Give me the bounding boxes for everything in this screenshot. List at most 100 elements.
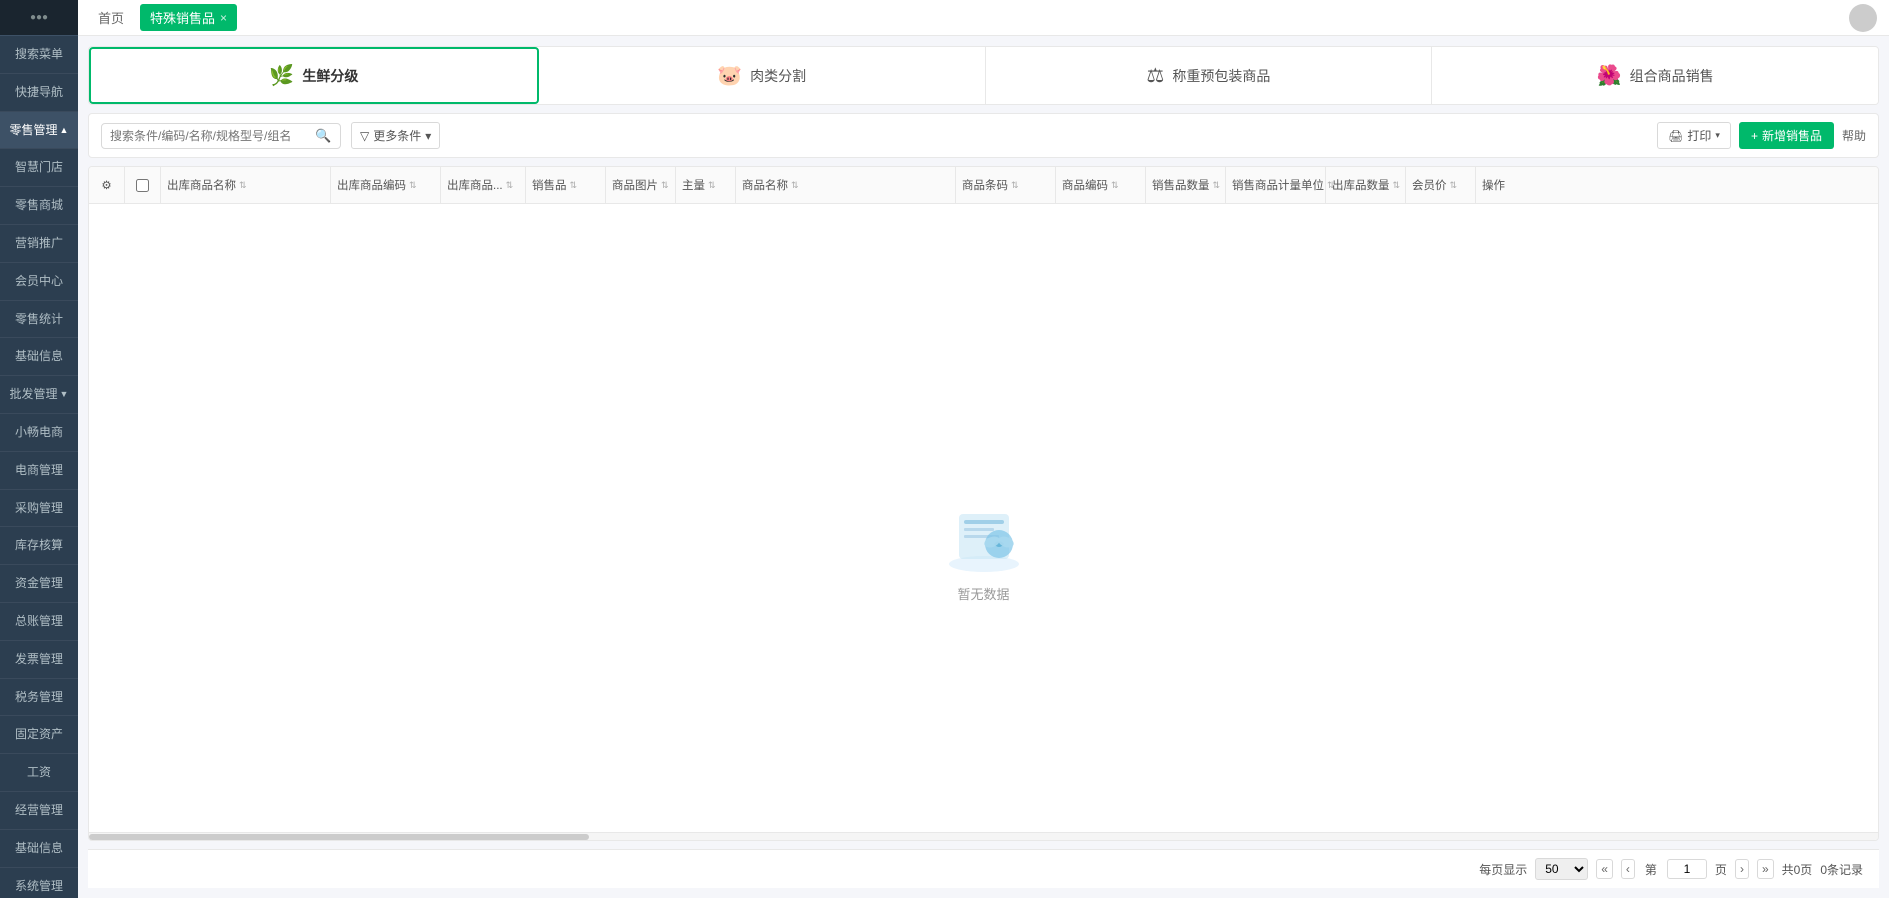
filter-button[interactable]: ▽ 更多条件 ▾ bbox=[351, 122, 440, 149]
sidebar-item-label: 基础信息 bbox=[5, 840, 73, 857]
cat-tab-meat-cut[interactable]: 🐷 肉类分割 bbox=[539, 47, 986, 104]
sort-icon[interactable]: ⇅ bbox=[708, 180, 716, 191]
toolbar-left: 🔍 ▽ 更多条件 ▾ bbox=[101, 122, 440, 149]
sidebar-item-label: 税务管理 bbox=[5, 689, 73, 706]
table-body: 暂无数据 bbox=[89, 204, 1878, 832]
sidebar-item-retail-mgmt[interactable]: 零售管理 ▲ bbox=[0, 112, 78, 150]
sort-icon[interactable]: ⇅ bbox=[791, 180, 799, 191]
cat-tab-weight-package[interactable]: ⚖ 称重预包装商品 bbox=[986, 47, 1433, 104]
th-barcode: 商品条码 ⇅ bbox=[956, 167, 1056, 203]
sidebar-item-member-center[interactable]: 会员中心 bbox=[0, 263, 78, 301]
sidebar-item-label: 会员中心 bbox=[5, 273, 73, 290]
sidebar-item-search-menu[interactable]: 搜索菜单 bbox=[0, 36, 78, 74]
horizontal-scrollbar[interactable] bbox=[89, 832, 1878, 840]
search-box[interactable]: 🔍 bbox=[101, 123, 341, 149]
th-label: 出库商品名称 bbox=[167, 177, 236, 193]
sidebar-item-basic-info[interactable]: 基础信息 bbox=[0, 338, 78, 376]
sidebar-item-marketing[interactable]: 营销推广 bbox=[0, 225, 78, 263]
sidebar-item-invoice-mgmt[interactable]: 发票管理 bbox=[0, 641, 78, 679]
tab-close-button[interactable]: × bbox=[220, 11, 227, 25]
sort-icon[interactable]: ⇅ bbox=[661, 180, 669, 191]
per-page-label: 每页显示 bbox=[1479, 861, 1527, 878]
print-button[interactable]: 🖨 打印 ▾ bbox=[1657, 122, 1731, 149]
th-checkbox[interactable] bbox=[125, 167, 161, 203]
sort-icon[interactable]: ⇅ bbox=[1111, 180, 1119, 191]
sidebar-item-label: 智慧门店 bbox=[5, 159, 73, 176]
main-content: 首页 特殊销售品 × 🌿 生鲜分级 🐷 肉类分割 ⚖ 称重预包装商品 bbox=[78, 0, 1889, 898]
sidebar-item-general-ledger[interactable]: 总账管理 bbox=[0, 603, 78, 641]
th-label: 销售商品计量单位 bbox=[1232, 177, 1324, 193]
sidebar-item-retail-mall[interactable]: 零售商城 bbox=[0, 187, 78, 225]
sidebar-item-system-mgmt[interactable]: 系统管理 bbox=[0, 868, 78, 898]
sidebar-logo: ●●● bbox=[0, 0, 78, 36]
sidebar-item-tax-mgmt[interactable]: 税务管理 bbox=[0, 679, 78, 717]
sidebar-item-label: 零售统计 bbox=[5, 311, 73, 328]
active-tab[interactable]: 特殊销售品 × bbox=[140, 4, 237, 31]
cat-tab-fresh-grade[interactable]: 🌿 生鲜分级 bbox=[89, 47, 539, 104]
settings-icon: ⚙ bbox=[101, 178, 111, 192]
sidebar-item-inventory-check[interactable]: 库存核算 bbox=[0, 527, 78, 565]
sidebar-item-label: 系统管理 bbox=[5, 878, 73, 895]
content-area: 🌿 生鲜分级 🐷 肉类分割 ⚖ 称重预包装商品 🌺 组合商品销售 🔍 bbox=[78, 36, 1889, 898]
th-selling-goods: 销售品 ⇅ bbox=[526, 167, 606, 203]
sort-icon[interactable]: ⇅ bbox=[409, 180, 417, 191]
th-goods-name: 商品名称 ⇅ bbox=[736, 167, 956, 203]
sort-icon[interactable]: ⇅ bbox=[1213, 180, 1221, 191]
th-out-sku: 出库商品... ⇅ bbox=[441, 167, 526, 203]
sort-icon[interactable]: ⇅ bbox=[1393, 180, 1401, 191]
th-label: 商品名称 bbox=[742, 177, 788, 193]
per-page-select[interactable]: 50 10 20 100 bbox=[1535, 858, 1588, 880]
page-label-prefix: 第 bbox=[1645, 861, 1657, 878]
page-number-input[interactable] bbox=[1667, 859, 1707, 879]
sidebar-item-label: 基础信息 bbox=[5, 348, 73, 365]
sidebar-item-smart-store[interactable]: 智慧门店 bbox=[0, 149, 78, 187]
weight-package-icon: ⚖ bbox=[1146, 63, 1164, 88]
sort-icon[interactable]: ⇅ bbox=[506, 180, 514, 191]
total-records: 0条记录 bbox=[1820, 861, 1863, 878]
home-tab[interactable]: 首页 bbox=[90, 2, 132, 33]
search-input[interactable] bbox=[110, 129, 310, 143]
sidebar-item-label: 固定资产 bbox=[5, 726, 73, 743]
sidebar-item-retail-stats[interactable]: 零售统计 bbox=[0, 301, 78, 339]
combo-sales-icon: 🌺 bbox=[1597, 63, 1622, 88]
sidebar-item-operations-mgmt[interactable]: 经营管理 bbox=[0, 792, 78, 830]
sidebar-item-label: 零售商城 bbox=[5, 197, 73, 214]
empty-state: 暂无数据 bbox=[934, 494, 1034, 603]
plus-icon: + bbox=[1751, 129, 1758, 143]
sidebar-item-ecommerce-mgmt[interactable]: 电商管理 bbox=[0, 452, 78, 490]
th-label: 出库商品编码 bbox=[337, 177, 406, 193]
sidebar-item-mini-ecommerce[interactable]: 小畅电商 bbox=[0, 414, 78, 452]
sidebar-item-basic-info2[interactable]: 基础信息 bbox=[0, 830, 78, 868]
select-all-checkbox[interactable] bbox=[136, 179, 149, 192]
th-out-qty: 出库品数量 ⇅ bbox=[1326, 167, 1406, 203]
new-product-button[interactable]: + 新增销售品 bbox=[1739, 122, 1834, 149]
sidebar-item-label: 营销推广 bbox=[5, 235, 73, 252]
scrollbar-thumb[interactable] bbox=[89, 834, 589, 840]
th-settings[interactable]: ⚙ bbox=[89, 167, 125, 203]
sort-icon[interactable]: ⇅ bbox=[1450, 180, 1458, 191]
sidebar-item-quick-nav[interactable]: 快捷导航 bbox=[0, 74, 78, 112]
cat-tab-combo-sales[interactable]: 🌺 组合商品销售 bbox=[1432, 47, 1878, 104]
th-goods-encode: 商品编码 ⇅ bbox=[1056, 167, 1146, 203]
prev-page-button[interactable]: ‹ bbox=[1621, 859, 1635, 879]
sidebar-item-label: 工资 bbox=[5, 764, 73, 781]
sort-icon[interactable]: ⇅ bbox=[239, 180, 247, 191]
new-label: 新增销售品 bbox=[1762, 127, 1822, 144]
help-button[interactable]: 帮助 bbox=[1842, 127, 1866, 144]
table-header: ⚙ 出库商品名称 ⇅ 出库商品编码 ⇅ 出库商品... ⇅ bbox=[89, 167, 1878, 204]
sidebar-item-label: 零售管理 bbox=[10, 122, 58, 139]
sort-icon[interactable]: ⇅ bbox=[570, 180, 578, 191]
th-out-goods-code: 出库商品编码 ⇅ bbox=[331, 167, 441, 203]
sidebar-item-capital-mgmt[interactable]: 资金管理 bbox=[0, 565, 78, 603]
cat-tab-label: 组合商品销售 bbox=[1630, 66, 1714, 86]
last-page-button[interactable]: » bbox=[1757, 859, 1774, 879]
sidebar-item-wholesale-mgmt[interactable]: 批发管理 ▼ bbox=[0, 376, 78, 414]
sidebar-item-wages[interactable]: 工资 bbox=[0, 754, 78, 792]
next-page-button[interactable]: › bbox=[1735, 859, 1749, 879]
first-page-button[interactable]: « bbox=[1596, 859, 1613, 879]
th-goods-img: 商品图片 ⇅ bbox=[606, 167, 676, 203]
sidebar-item-fixed-assets[interactable]: 固定资产 bbox=[0, 716, 78, 754]
th-label: 主量 bbox=[682, 177, 705, 193]
sidebar-item-purchase-mgmt[interactable]: 采购管理 bbox=[0, 490, 78, 528]
sort-icon[interactable]: ⇅ bbox=[1011, 180, 1019, 191]
